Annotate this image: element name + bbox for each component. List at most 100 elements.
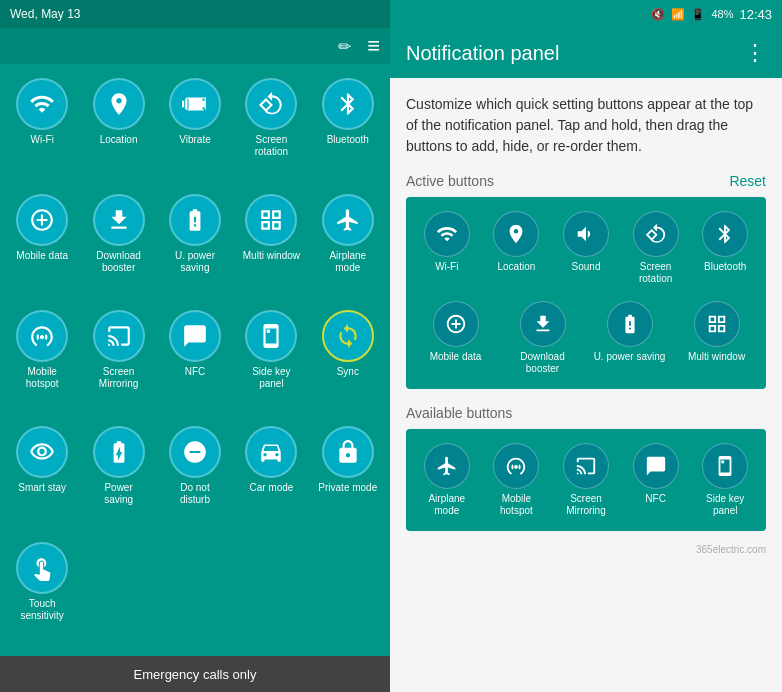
wifi-status-icon: 📶 [671, 8, 685, 21]
quick-btn-sync[interactable]: Sync [312, 304, 384, 416]
mute-icon: 🔇 [651, 8, 665, 21]
pencil-icon[interactable]: ✏ [338, 37, 351, 56]
avail-screen-mirroring[interactable]: Screen Mirroring [553, 437, 619, 523]
active-bluetooth[interactable]: Bluetooth [692, 205, 758, 291]
battery-circle [93, 426, 145, 478]
available-grid: Airplane mode Mobile hotspot Screen Mirr… [414, 437, 758, 523]
vibrate-label: Vibrate [179, 134, 211, 146]
sync-label: Sync [337, 366, 359, 378]
sync-circle [322, 310, 374, 362]
download-booster-label: Download booster [89, 250, 149, 274]
avail-hotspot[interactable]: Mobile hotspot [484, 437, 550, 523]
quick-btn-touch[interactable]: Touch sensitivity [6, 536, 78, 648]
quick-btn-private[interactable]: Private mode [312, 420, 384, 532]
side-key-label: Side key panel [241, 366, 301, 390]
right-status-bar: 🔇 📶 📱 48% 12:43 [390, 0, 782, 28]
vibrate-circle [169, 78, 221, 130]
active-rotation[interactable]: Screen rotation [623, 205, 689, 291]
touch-label: Touch sensitivity [12, 598, 72, 622]
dnd-label: Do not disturb [165, 482, 225, 506]
wifi-label: Wi-Fi [31, 134, 54, 146]
reset-button[interactable]: Reset [729, 173, 766, 189]
power-saving-circle [169, 194, 221, 246]
quick-btn-smart-stay[interactable]: Smart stay [6, 420, 78, 532]
location-label: Location [100, 134, 138, 146]
download-booster-circle [93, 194, 145, 246]
airplane-circle [322, 194, 374, 246]
nfc-circle [169, 310, 221, 362]
active-multi-window[interactable]: Multi window [675, 295, 758, 381]
available-section-header: Available buttons [406, 405, 766, 421]
car-label: Car mode [249, 482, 293, 494]
active-mobile-data[interactable]: Mobile data [414, 295, 497, 381]
multi-window-label: Multi window [243, 250, 300, 262]
hotspot-label: Mobile hotspot [12, 366, 72, 390]
side-key-circle [245, 310, 297, 362]
quick-btn-wifi[interactable]: Wi-Fi [6, 72, 78, 184]
quick-btn-bluetooth[interactable]: Bluetooth [312, 72, 384, 184]
active-sound[interactable]: Sound [553, 205, 619, 291]
multi-window-circle [245, 194, 297, 246]
dnd-circle [169, 426, 221, 478]
quick-btn-rotation[interactable]: Screen rotation [235, 72, 307, 184]
left-status-bar: Wed, May 13 [0, 0, 390, 28]
right-content: Customize which quick setting buttons ap… [390, 78, 782, 692]
avail-airplane[interactable]: Airplane mode [414, 437, 480, 523]
quick-btn-hotspot[interactable]: Mobile hotspot [6, 304, 78, 416]
wifi-circle [16, 78, 68, 130]
time-display: 12:43 [739, 7, 772, 22]
panel-title: Notification panel [406, 42, 559, 65]
quick-btn-dnd[interactable]: Do not disturb [159, 420, 231, 532]
active-power-saving[interactable]: U. power saving [588, 295, 671, 381]
private-circle [322, 426, 374, 478]
battery-label: Power saving [89, 482, 149, 506]
location-circle [93, 78, 145, 130]
nfc-label: NFC [185, 366, 206, 378]
quick-btn-multi-window[interactable]: Multi window [235, 188, 307, 300]
emergency-text: Emergency calls only [134, 667, 257, 682]
power-saving-label: U. power saving [165, 250, 225, 274]
quick-btn-vibrate[interactable]: Vibrate [159, 72, 231, 184]
active-row1: Wi-Fi Location Sound Screen rotation Blu… [414, 205, 758, 291]
airplane-label: Airplane mode [318, 250, 378, 274]
active-wifi[interactable]: Wi-Fi [414, 205, 480, 291]
smart-stay-circle [16, 426, 68, 478]
quick-btn-airplane[interactable]: Airplane mode [312, 188, 384, 300]
active-title: Active buttons [406, 173, 494, 189]
menu-icon[interactable]: ≡ [367, 33, 380, 59]
car-circle [245, 426, 297, 478]
quick-btn-mobile-data[interactable]: Mobile data [6, 188, 78, 300]
quick-btn-screen-mirroring[interactable]: Screen Mirroring [82, 304, 154, 416]
screen-mirroring-label: Screen Mirroring [89, 366, 149, 390]
active-download-booster[interactable]: Download booster [501, 295, 584, 381]
left-header: ✏ ≡ [0, 28, 390, 64]
quick-btn-nfc[interactable]: NFC [159, 304, 231, 416]
smart-stay-label: Smart stay [18, 482, 66, 494]
right-panel: 🔇 📶 📱 48% 12:43 Notification panel ⋮ Cus… [390, 0, 782, 692]
quick-btn-battery[interactable]: Power saving [82, 420, 154, 532]
touch-circle [16, 542, 68, 594]
mobile-data-circle [16, 194, 68, 246]
avail-nfc[interactable]: NFC [623, 437, 689, 523]
quick-buttons-grid: Wi-Fi Location Vibrate Screen rotation B… [0, 64, 390, 656]
active-row2: Mobile data Download booster U. power sa… [414, 295, 758, 381]
signal-icon: 📱 [691, 8, 705, 21]
hotspot-circle [16, 310, 68, 362]
more-options-icon[interactable]: ⋮ [744, 40, 766, 66]
quick-btn-side-key[interactable]: Side key panel [235, 304, 307, 416]
rotation-label: Screen rotation [241, 134, 301, 158]
quick-btn-location[interactable]: Location [82, 72, 154, 184]
available-title: Available buttons [406, 405, 512, 421]
quick-btn-power-saving[interactable]: U. power saving [159, 188, 231, 300]
screen-mirroring-circle [93, 310, 145, 362]
avail-side-key[interactable]: Side key panel [692, 437, 758, 523]
rotation-circle [245, 78, 297, 130]
quick-btn-car[interactable]: Car mode [235, 420, 307, 532]
private-label: Private mode [318, 482, 377, 494]
active-location[interactable]: Location [484, 205, 550, 291]
quick-btn-download-booster[interactable]: Download booster [82, 188, 154, 300]
left-panel: Wed, May 13 ✏ ≡ Wi-Fi Location Vibrate [0, 0, 390, 692]
mobile-data-label: Mobile data [16, 250, 68, 262]
right-header: Notification panel ⋮ [390, 28, 782, 78]
watermark: 365electric.com [696, 544, 766, 555]
